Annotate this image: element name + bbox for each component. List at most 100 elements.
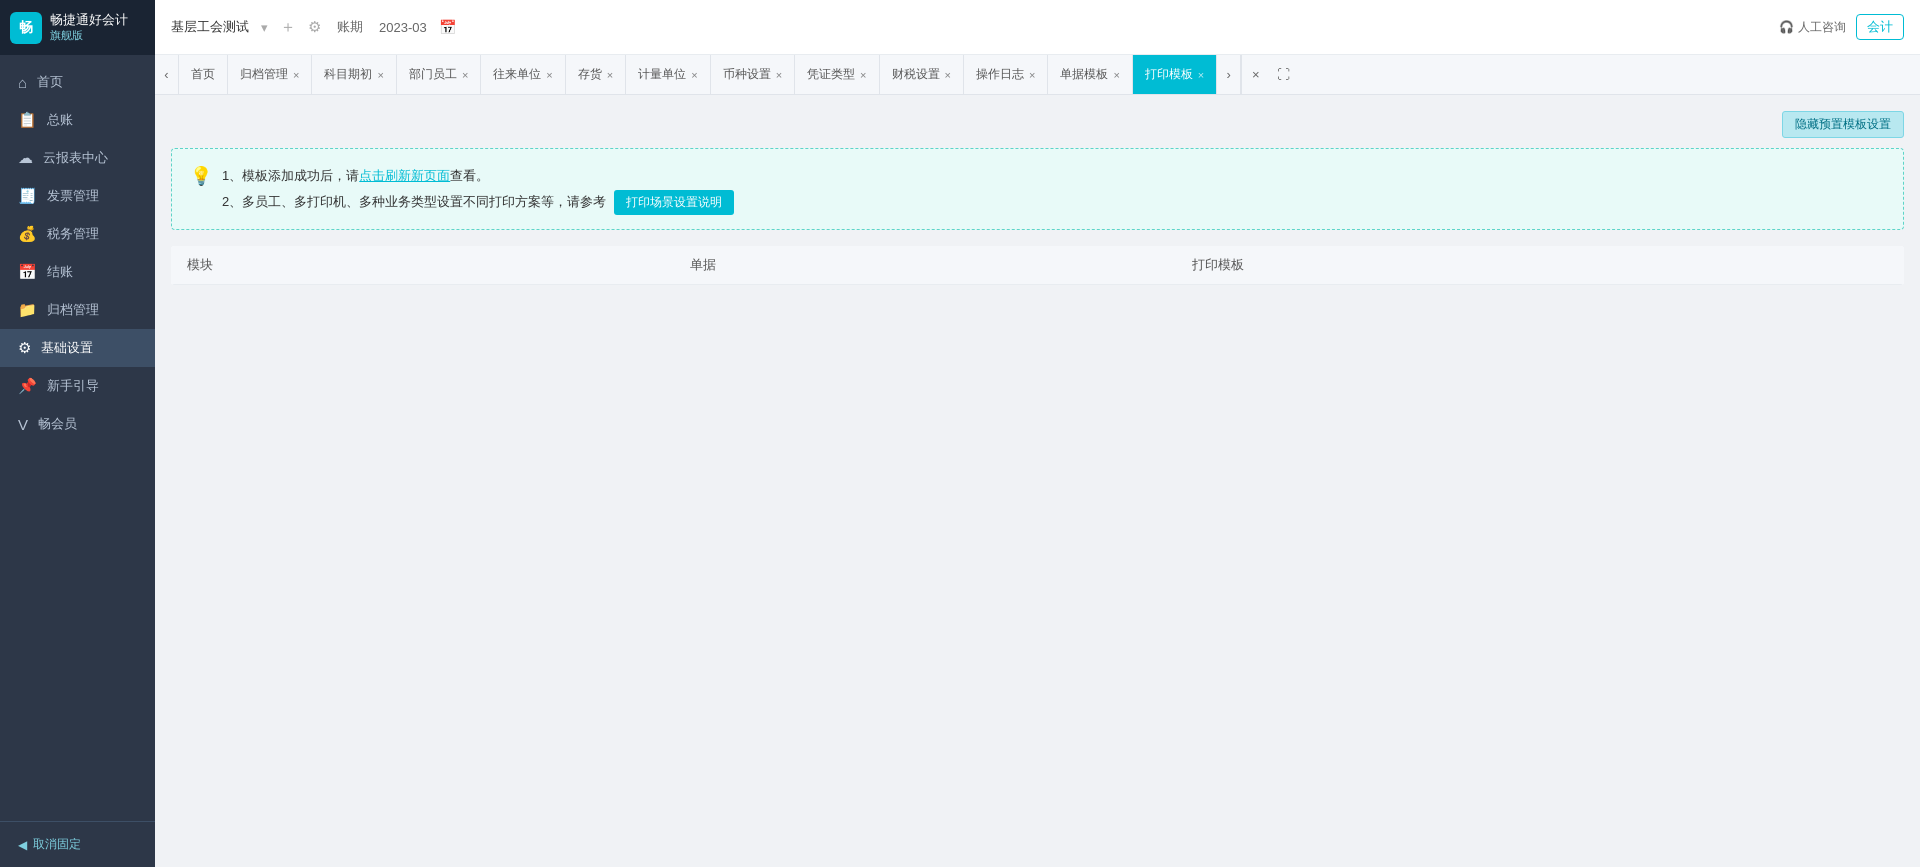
tab-close-single-form[interactable]: × bbox=[1113, 69, 1119, 81]
sidebar-item-closing[interactable]: 📅 结账 bbox=[0, 253, 155, 291]
period-value: 2023-03 bbox=[379, 20, 427, 35]
info-text: 1、模板添加成功后，请点击刷新新页面查看。 2、多员工、多打印机、多种业务类型设… bbox=[222, 163, 734, 215]
logo-subtitle: 旗舰版 bbox=[50, 28, 128, 43]
sidebar: 畅 畅捷通好会计 旗舰版 ⌂ 首页 📋 总账 ☁ 云报表中心 🧾 发票管理 💰 … bbox=[0, 0, 155, 867]
tab-close-print-template[interactable]: × bbox=[1198, 69, 1204, 81]
tab-label-counterpart: 往来单位 bbox=[493, 66, 541, 83]
tab-label-currency: 币种设置 bbox=[723, 66, 771, 83]
ledger-label: 总账 bbox=[47, 111, 73, 129]
archive-label: 归档管理 bbox=[47, 301, 99, 319]
reports-icon: ☁ bbox=[18, 149, 33, 167]
table-head: 模块 单据 打印模板 bbox=[171, 246, 1904, 285]
info-line1: 1、模板添加成功后，请点击刷新新页面查看。 bbox=[222, 163, 734, 189]
settings-icon[interactable]: ⚙ bbox=[308, 18, 321, 36]
info-line2-prefix: 2、多员工、多打印机、多种业务类型设置不同打印方案等，请参考 bbox=[222, 194, 606, 209]
invoice-icon: 🧾 bbox=[18, 187, 37, 205]
tab-close-inventory[interactable]: × bbox=[607, 69, 613, 81]
member-icon: V bbox=[18, 416, 28, 433]
tab-close-currency[interactable]: × bbox=[776, 69, 782, 81]
tab-close-tax-settings[interactable]: × bbox=[945, 69, 951, 81]
tab-home[interactable]: 首页 bbox=[179, 55, 228, 95]
unpin-label: 取消固定 bbox=[33, 836, 81, 853]
tab-inventory[interactable]: 存货× bbox=[566, 55, 626, 95]
guide-icon: 📌 bbox=[18, 377, 37, 395]
ledger-icon: 📋 bbox=[18, 111, 37, 129]
sidebar-item-guide[interactable]: 📌 新手引导 bbox=[0, 367, 155, 405]
tab-close-voucher-type[interactable]: × bbox=[860, 69, 866, 81]
sidebar-item-home[interactable]: ⌂ 首页 bbox=[0, 63, 155, 101]
tab-single-form[interactable]: 单据模板× bbox=[1048, 55, 1132, 95]
add-company-icon[interactable]: ＋ bbox=[280, 17, 296, 38]
sidebar-unpin[interactable]: ◀ 取消固定 bbox=[0, 821, 155, 867]
print-template-table: 模块 单据 打印模板 bbox=[171, 246, 1904, 285]
invoice-label: 发票管理 bbox=[47, 187, 99, 205]
member-label: 畅会员 bbox=[38, 415, 77, 433]
sidebar-logo: 畅 畅捷通好会计 旗舰版 bbox=[0, 0, 155, 55]
info-line1-suffix: 查看。 bbox=[450, 168, 489, 183]
company-name: 基层工会测试 bbox=[171, 18, 249, 36]
home-icon: ⌂ bbox=[18, 74, 27, 91]
sidebar-item-ledger[interactable]: 📋 总账 bbox=[0, 101, 155, 139]
guide-label: 新手引导 bbox=[47, 377, 99, 395]
tab-archive-mgmt[interactable]: 归档管理 × bbox=[228, 55, 312, 95]
sidebar-item-settings[interactable]: ⚙ 基础设置 bbox=[0, 329, 155, 367]
company-dropdown-icon[interactable]: ▾ bbox=[261, 20, 268, 35]
tab-close-department[interactable]: × bbox=[462, 69, 468, 81]
tab-expand-btn[interactable]: ⛶ bbox=[1269, 55, 1297, 95]
bulb-icon: 💡 bbox=[190, 165, 212, 187]
archive-icon: 📁 bbox=[18, 301, 37, 319]
home-label: 首页 bbox=[37, 73, 63, 91]
logo-icon: 畅 bbox=[10, 12, 42, 44]
topbar-right: 🎧 人工咨询 会计 bbox=[1779, 14, 1904, 40]
calendar-icon[interactable]: 📅 bbox=[439, 19, 456, 35]
tab-close-measure-unit[interactable]: × bbox=[691, 69, 697, 81]
main-area: 基层工会测试 ▾ ＋ ⚙ 账期 2023-03 📅 🎧 人工咨询 会计 ‹首页归… bbox=[155, 0, 1920, 867]
tab-next-btn[interactable]: › bbox=[1217, 55, 1241, 95]
sidebar-item-reports[interactable]: ☁ 云报表中心 bbox=[0, 139, 155, 177]
tab-tax-settings[interactable]: 财税设置× bbox=[880, 55, 964, 95]
info-box: 💡 1、模板添加成功后，请点击刷新新页面查看。 2、多员工、多打印机、多种业务类… bbox=[171, 148, 1904, 230]
tax-label: 税务管理 bbox=[47, 225, 99, 243]
topbar: 基层工会测试 ▾ ＋ ⚙ 账期 2023-03 📅 🎧 人工咨询 会计 bbox=[155, 0, 1920, 55]
info-line1-prefix: 1、模板添加成功后，请 bbox=[222, 168, 359, 183]
tab-close-all-btn[interactable]: × bbox=[1241, 55, 1269, 95]
tab-close-counterpart[interactable]: × bbox=[546, 69, 552, 81]
hide-preview-btn[interactable]: 隐藏预置模板设置 bbox=[1782, 111, 1904, 138]
tab-operation-log[interactable]: 操作日志× bbox=[964, 55, 1048, 95]
settings-icon: ⚙ bbox=[18, 339, 31, 357]
tab-department[interactable]: 部门员工 × bbox=[397, 55, 481, 95]
content-area: 隐藏预置模板设置 💡 1、模板添加成功后，请点击刷新新页面查看。 2、多员工、多… bbox=[155, 95, 1920, 867]
tab-currency[interactable]: 币种设置 × bbox=[711, 55, 795, 95]
accountant-btn[interactable]: 会计 bbox=[1856, 14, 1904, 40]
tab-label-archive-mgmt: 归档管理 bbox=[240, 66, 288, 83]
customer-service-btn[interactable]: 🎧 人工咨询 bbox=[1779, 19, 1846, 36]
tab-close-operation-log[interactable]: × bbox=[1029, 69, 1035, 81]
explain-btn[interactable]: 打印场景设置说明 bbox=[614, 190, 734, 215]
sidebar-item-tax[interactable]: 💰 税务管理 bbox=[0, 215, 155, 253]
tab-subject-init[interactable]: 科目期初× bbox=[312, 55, 396, 95]
tab-close-subject-init[interactable]: × bbox=[377, 69, 383, 81]
tab-label-print-template: 打印模板 bbox=[1145, 66, 1193, 83]
sidebar-item-archive[interactable]: 📁 归档管理 bbox=[0, 291, 155, 329]
col-template: 打印模板 bbox=[1176, 246, 1904, 285]
tab-measure-unit[interactable]: 计量单位 × bbox=[626, 55, 710, 95]
refresh-link[interactable]: 点击刷新新页面 bbox=[359, 168, 450, 183]
sidebar-nav: ⌂ 首页 📋 总账 ☁ 云报表中心 🧾 发票管理 💰 税务管理 📅 结账 📁 归… bbox=[0, 55, 155, 821]
col-voucher: 单据 bbox=[674, 246, 1177, 285]
tab-prev-btn[interactable]: ‹ bbox=[155, 55, 179, 95]
col-module: 模块 bbox=[171, 246, 674, 285]
closing-icon: 📅 bbox=[18, 263, 37, 281]
tax-icon: 💰 bbox=[18, 225, 37, 243]
unpin-icon: ◀ bbox=[18, 838, 27, 852]
hide-preview-container: 隐藏预置模板设置 bbox=[171, 111, 1904, 138]
sidebar-item-invoice[interactable]: 🧾 发票管理 bbox=[0, 177, 155, 215]
tabbar: ‹首页归档管理×科目期初×部门员工×往来单位×存货×计量单位×币种设置×凭证类型… bbox=[155, 55, 1920, 95]
tab-label-measure-unit: 计量单位 bbox=[638, 66, 686, 83]
service-label: 人工咨询 bbox=[1798, 19, 1846, 36]
sidebar-item-member[interactable]: V 畅会员 bbox=[0, 405, 155, 443]
tab-label-department: 部门员工 bbox=[409, 66, 457, 83]
tab-print-template[interactable]: 打印模板 × bbox=[1133, 55, 1217, 95]
tab-counterpart[interactable]: 往来单位 × bbox=[481, 55, 565, 95]
tab-close-archive-mgmt[interactable]: × bbox=[293, 69, 299, 81]
tab-voucher-type[interactable]: 凭证类型× bbox=[795, 55, 879, 95]
